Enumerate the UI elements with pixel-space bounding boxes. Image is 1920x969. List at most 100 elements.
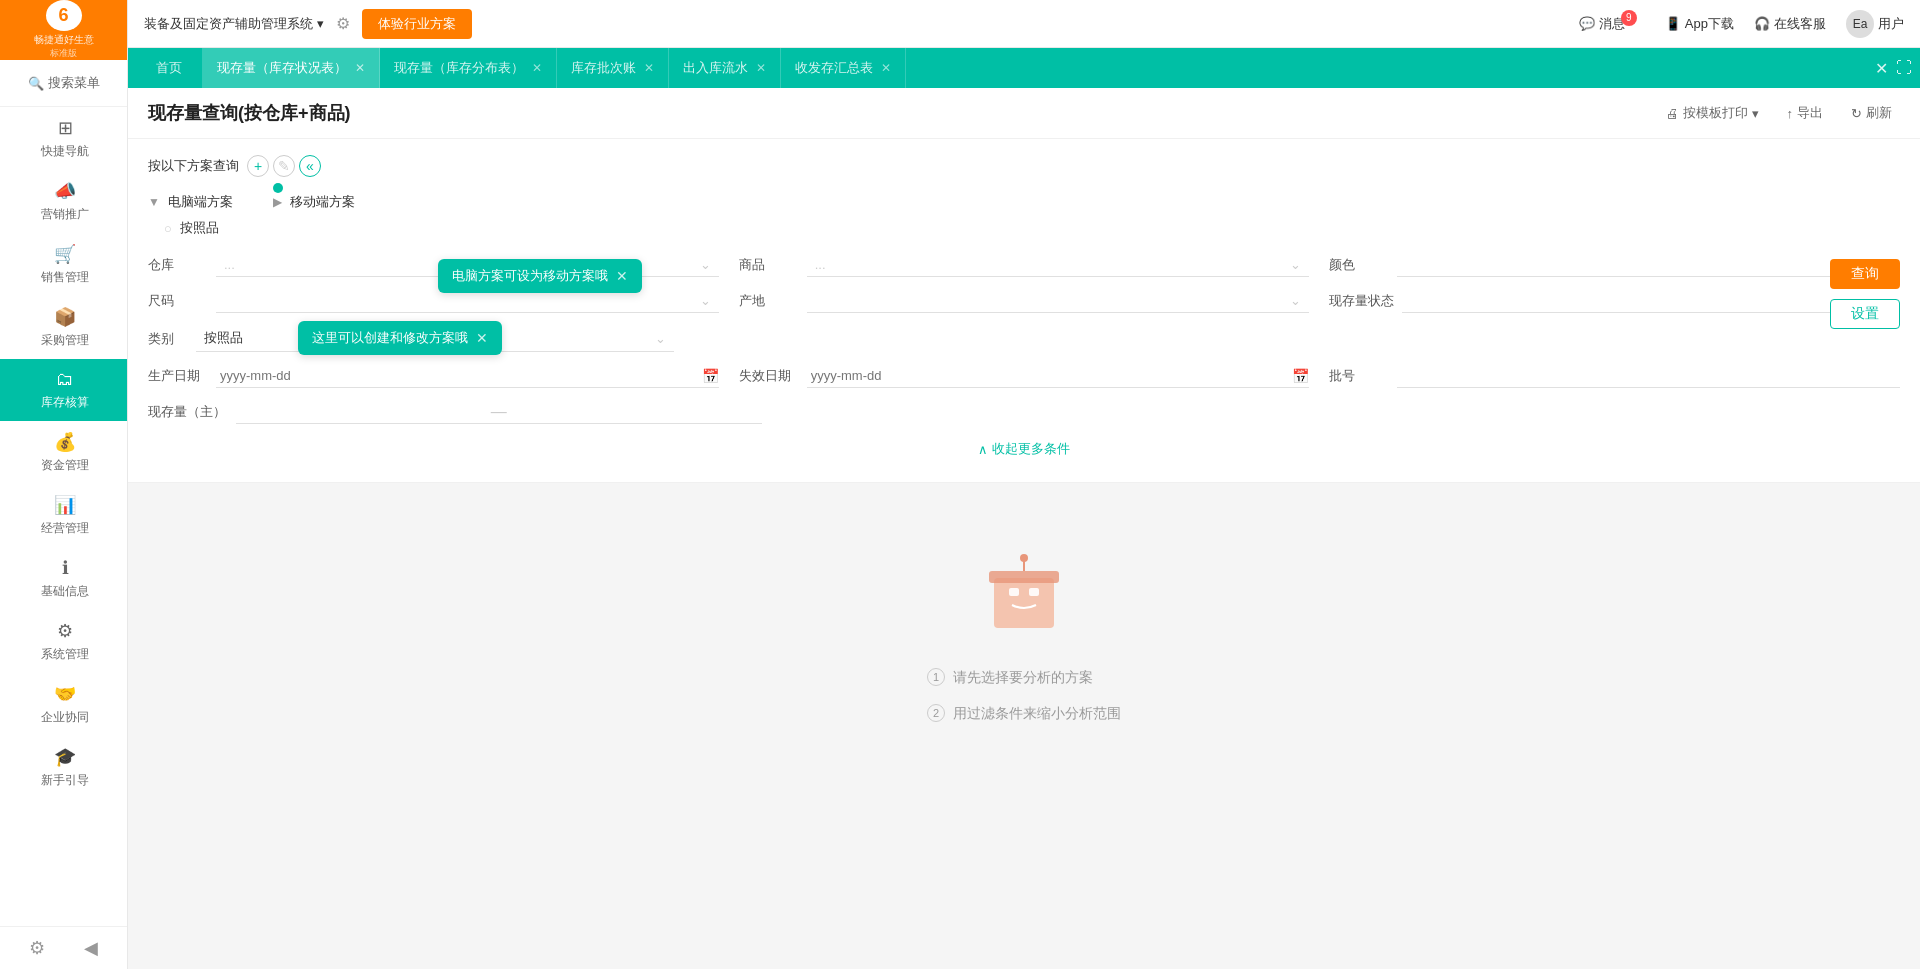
inventory-status-select[interactable]: ⌄ (1402, 289, 1900, 313)
sidebar-item-finance[interactable]: 💰 资金管理 (0, 421, 127, 484)
filter-row-header: 按以下方案查询 + ✎ « 电脑方案可设为移动方案哦 ✕ 这里可以创建和修 (148, 155, 1900, 177)
filter-batch: 批号 (1329, 364, 1900, 388)
add-scheme-btn[interactable]: + (247, 155, 269, 177)
svg-point-5 (1020, 554, 1028, 562)
tabbar-right: ✕ ⛶ (1875, 59, 1912, 78)
prod-date-input[interactable] (216, 364, 698, 387)
mobile-scheme-section: ▶ 移动端方案 (273, 189, 355, 241)
search-reset-col: 查询 设置 (1830, 259, 1900, 329)
user-btn[interactable]: Ea 用户 (1846, 10, 1904, 38)
sidebar-item-quick-nav[interactable]: ⊞ 快捷导航 (0, 107, 127, 170)
search-menu-btn[interactable]: 🔍 搜索菜单 (8, 68, 119, 98)
refresh-btn[interactable]: ↻ 刷新 (1843, 100, 1900, 126)
origin-select[interactable]: ⌄ (807, 289, 1310, 313)
tab-close-inventory-status[interactable]: ✕ (355, 61, 365, 75)
sidebar-bottom: ⚙ ◀ (0, 926, 127, 969)
tab-home[interactable]: 首页 (136, 48, 203, 88)
sidebar-item-basic-info[interactable]: ℹ 基础信息 (0, 547, 127, 610)
size-select-arrow-icon: ⌄ (700, 293, 711, 308)
avatar: Ea (1846, 10, 1874, 38)
sidebar-logo: 6 畅捷通好生意 标准版 (0, 0, 127, 60)
sidebar-item-marketing[interactable]: 📣 营销推广 (0, 170, 127, 233)
empty-text: 1 请先选择要分析的方案 2 用过滤条件来缩小分析范围 (927, 663, 1121, 727)
reset-btn[interactable]: 设置 (1830, 299, 1900, 329)
filter-date-row: 生产日期 📅 失效日期 📅 批号 (148, 364, 1900, 388)
inventory-dash: — (491, 403, 507, 421)
empty-illustration (974, 543, 1074, 643)
sidebar-item-purchase[interactable]: 📦 采购管理 (0, 296, 127, 359)
tab-batch-ledger[interactable]: 库存批次账 ✕ (557, 48, 669, 88)
sidebar-item-sales[interactable]: 🛒 销售管理 (0, 233, 127, 296)
filter-header-label: 按以下方案查询 (148, 157, 239, 175)
operations-icon: 📊 (54, 494, 76, 516)
tab-inventory-dist[interactable]: 现存量（库存分布表） ✕ (380, 48, 557, 88)
tab-close-inventory-dist[interactable]: ✕ (532, 61, 542, 75)
sidebar-item-enterprise[interactable]: 🤝 企业协同 (0, 673, 127, 736)
settings-bottom-icon[interactable]: ⚙ (29, 937, 45, 959)
inventory-min-input[interactable] (236, 400, 485, 423)
settings-icon[interactable]: ⚙ (336, 14, 350, 33)
tooltip-close-edit[interactable]: ✕ (476, 330, 488, 346)
sidebar-item-guide[interactable]: 🎓 新手引导 (0, 736, 127, 799)
desktop-scheme-items: ○ 按照品 (148, 215, 233, 241)
collapse-sidebar-icon[interactable]: ◀ (84, 937, 98, 959)
sidebar-search-section: 🔍 搜索菜单 (0, 60, 127, 107)
prod-date-range: 📅 (216, 364, 719, 388)
origin-select-arrow-icon: ⌄ (1290, 293, 1301, 308)
sidebar-item-system[interactable]: ⚙ 系统管理 (0, 610, 127, 673)
chevron-down-icon: ▾ (317, 16, 324, 31)
headset-icon: 🎧 (1754, 16, 1770, 31)
scheme-item-1[interactable]: ○ 按照品 (164, 215, 233, 241)
filter-grid-row1: 仓库 ... ⌄ 商品 ... ⌄ 颜色 (148, 253, 1900, 277)
filter-area: 按以下方案查询 + ✎ « 电脑方案可设为移动方案哦 ✕ 这里可以创建和修 (128, 139, 1920, 483)
back-btn[interactable]: « (299, 155, 321, 177)
inventory-max-input[interactable] (513, 400, 762, 423)
tab-inventory-status[interactable]: 现存量（库存状况表） ✕ (203, 48, 380, 88)
purchase-icon: 📦 (54, 306, 76, 328)
tab-fullscreen-icon[interactable]: ⛶ (1896, 59, 1912, 77)
edit-scheme-btn[interactable]: ✎ (273, 155, 295, 177)
tab-close-all-icon[interactable]: ✕ (1875, 59, 1888, 78)
goods-select-arrow-icon: ⌄ (1290, 257, 1301, 272)
search-btn[interactable]: 查询 (1830, 259, 1900, 289)
prod-date-calendar-icon[interactable]: 📅 (702, 368, 719, 384)
collapse-btn[interactable]: ∧ 收起更多条件 (148, 432, 1900, 466)
print-chevron-icon: ▾ (1752, 106, 1759, 121)
tab-close-batch-ledger[interactable]: ✕ (644, 61, 654, 75)
system-selector[interactable]: 装备及固定资产辅助管理系统 ▾ (144, 15, 324, 33)
refresh-icon: ↻ (1851, 106, 1862, 121)
sidebar-item-operations[interactable]: 📊 经营管理 (0, 484, 127, 547)
filter-color: 颜色 ⌄ (1329, 253, 1900, 277)
tab-close-recv-ship[interactable]: ✕ (881, 61, 891, 75)
scheme-radio: ○ (164, 221, 172, 236)
export-btn[interactable]: ↑ 导出 (1779, 100, 1832, 126)
desktop-scheme-header[interactable]: ▼ 电脑端方案 (148, 189, 233, 215)
tab-recv-ship[interactable]: 收发存汇总表 ✕ (781, 48, 906, 88)
tab-close-in-out-flow[interactable]: ✕ (756, 61, 766, 75)
exp-date-input[interactable] (807, 364, 1289, 387)
tooltip-edit-scheme: 这里可以创建和修改方案哦 ✕ (298, 321, 502, 355)
filter-exp-date: 失效日期 📅 (739, 364, 1310, 388)
app-download-btn[interactable]: 📱 App下载 (1665, 15, 1734, 33)
svg-rect-0 (994, 578, 1054, 628)
step-num-1: 1 (927, 668, 945, 686)
filter-inventory-status: 现存量状态 ⌄ (1329, 289, 1900, 313)
print-btn[interactable]: 🖨 按模板打印 ▾ (1658, 100, 1767, 126)
page-header: 现存量查询(按仓库+商品) 🖨 按模板打印 ▾ ↑ 导出 ↻ 刷新 (128, 88, 1920, 139)
page-content: 现存量查询(按仓库+商品) 🖨 按模板打印 ▾ ↑ 导出 ↻ 刷新 (128, 88, 1920, 969)
exp-date-calendar-icon[interactable]: 📅 (1292, 368, 1309, 384)
message-btn[interactable]: 💬 消息 9 (1579, 15, 1645, 33)
trial-btn[interactable]: 体验行业方案 (362, 9, 472, 39)
batch-input[interactable] (1397, 364, 1900, 388)
mobile-scheme-header[interactable]: ▶ 移动端方案 (273, 189, 355, 215)
filter-origin: 产地 ⌄ (739, 289, 1310, 313)
online-service-btn[interactable]: 🎧 在线客服 (1754, 15, 1826, 33)
goods-select[interactable]: ... ⌄ (807, 253, 1310, 277)
color-select[interactable]: ⌄ (1397, 253, 1900, 277)
tab-in-out-flow[interactable]: 出入库流水 ✕ (669, 48, 781, 88)
sidebar-item-inventory[interactable]: 🗂 库存核算 (0, 359, 127, 421)
desktop-scheme-section: ▼ 电脑端方案 ○ 按照品 (148, 189, 233, 241)
step-num-2: 2 (927, 704, 945, 722)
system-icon: ⚙ (57, 620, 73, 642)
tooltip-close-desktop[interactable]: ✕ (616, 268, 628, 284)
